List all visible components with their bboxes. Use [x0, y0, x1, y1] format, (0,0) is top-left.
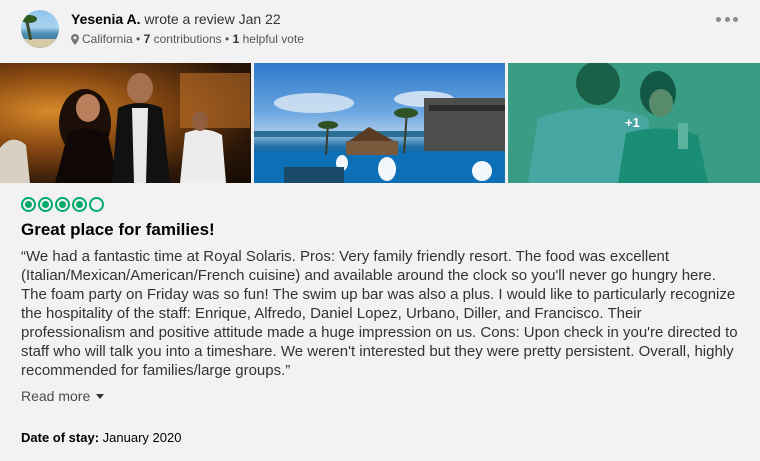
read-more-link[interactable]: Read more — [21, 388, 105, 404]
reviewer-location: California — [82, 32, 133, 46]
rating-bubble-filled — [38, 197, 53, 212]
rating-bubbles — [21, 197, 106, 212]
review-action: wrote a review Jan 22 — [144, 11, 281, 27]
date-of-stay: Date of stay: January 2020 — [21, 430, 181, 445]
review-photo-1[interactable] — [0, 63, 251, 183]
review-card: Yesenia A. wrote a review Jan 22 Califor… — [0, 0, 760, 461]
reviewer-avatar[interactable] — [21, 10, 59, 48]
more-photos-count[interactable]: +1 — [625, 115, 640, 130]
photo-pool-image — [254, 91, 505, 183]
contributions-count: 7 — [143, 32, 151, 46]
date-of-stay-label: Date of stay: — [21, 430, 100, 445]
reviewer-meta: California • 7 contributions • 1 helpful… — [71, 32, 304, 46]
review-title[interactable]: Great place for families! — [21, 220, 215, 240]
review-body: “We had a fantastic time at Royal Solari… — [21, 248, 738, 379]
reviewer-header: Yesenia A. wrote a review Jan 22 — [71, 11, 281, 27]
helpful-label: helpful vote — [242, 32, 304, 46]
reviewer-name[interactable]: Yesenia A. — [71, 11, 141, 27]
contributions-label: contributions — [153, 32, 222, 46]
more-options-icon[interactable] — [716, 15, 738, 23]
map-pin-icon — [71, 33, 79, 45]
review-photo-3[interactable]: +1 — [508, 63, 760, 183]
rating-bubble-filled — [21, 197, 36, 212]
read-more-label: Read more — [21, 388, 91, 404]
helpful-count: 1 — [232, 32, 240, 46]
date-of-stay-value: January 2020 — [102, 430, 182, 445]
caret-down-icon — [96, 393, 105, 399]
rating-bubble-filled — [55, 197, 70, 212]
rating-bubble-empty — [89, 197, 104, 212]
rating-bubble-filled — [72, 197, 87, 212]
review-photos: +1 — [0, 63, 760, 183]
review-photo-2[interactable] — [254, 63, 505, 183]
photo-people-image — [0, 73, 250, 183]
